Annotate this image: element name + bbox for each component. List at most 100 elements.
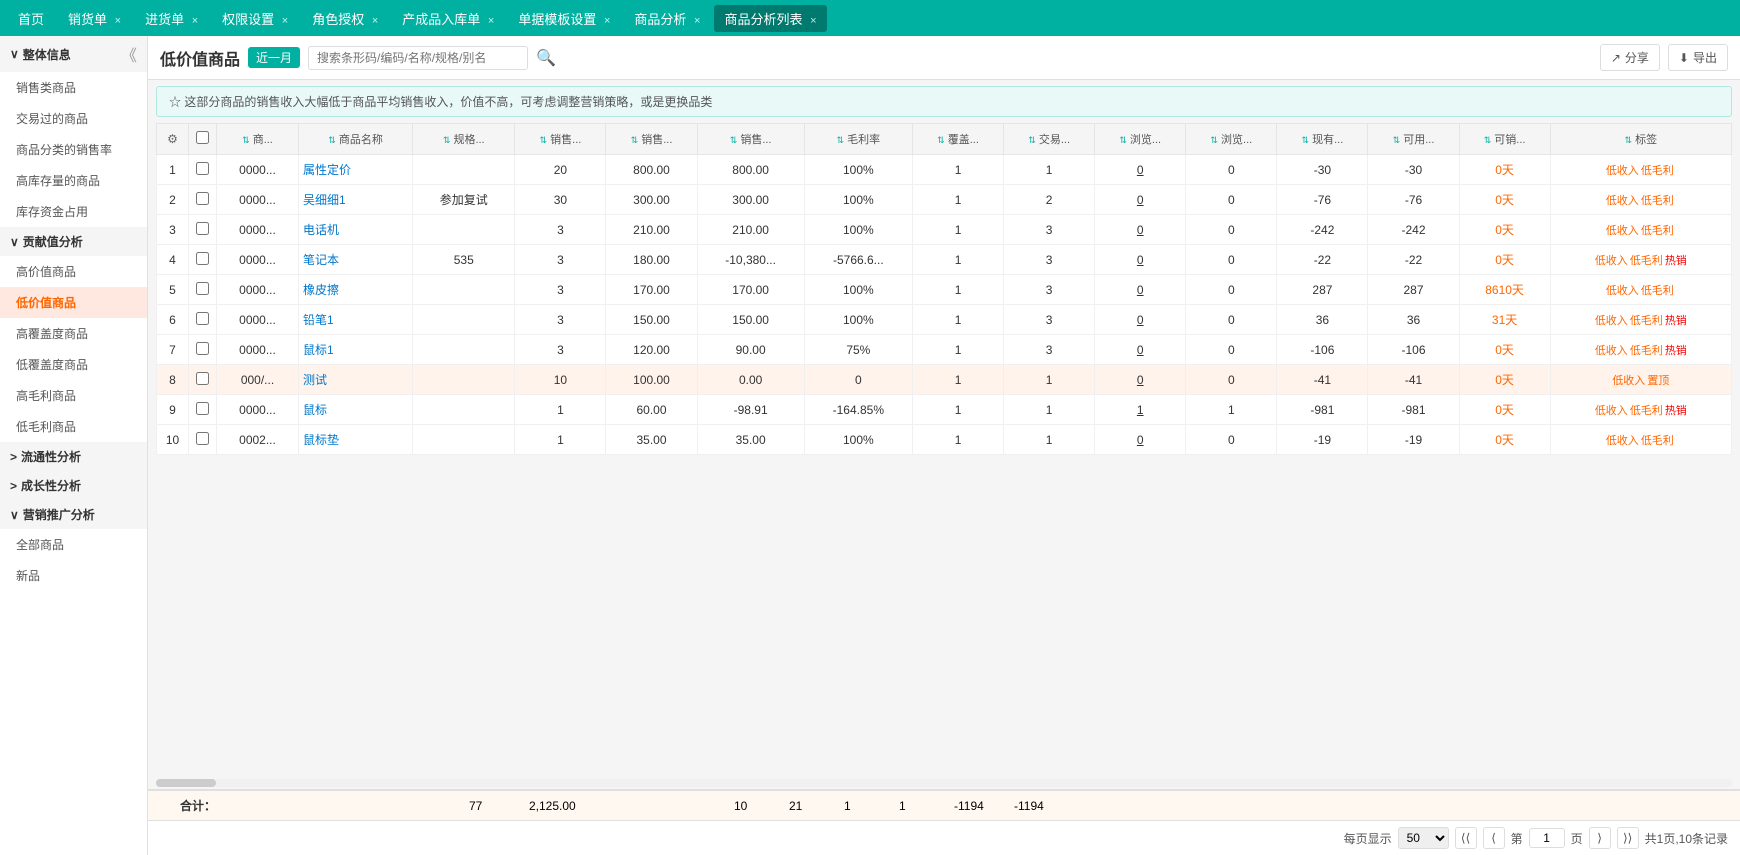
row-browse1[interactable]: 0 xyxy=(1095,335,1186,365)
row-checkbox[interactable] xyxy=(196,222,209,235)
browse-link[interactable]: 0 xyxy=(1137,253,1144,267)
row-name[interactable]: 鼠标1 xyxy=(298,335,412,365)
row-browse1[interactable]: 0 xyxy=(1095,365,1186,395)
sidebar-item-category-sales[interactable]: 商品分类的销售率 xyxy=(0,134,147,165)
sidebar-item-inventory-capital[interactable]: 库存资金占用 xyxy=(0,196,147,227)
row-checkbox-cell[interactable] xyxy=(189,425,217,455)
sidebar-group-contribution[interactable]: ∨ 贡献值分析 xyxy=(0,227,147,256)
row-checkbox[interactable] xyxy=(196,312,209,325)
row-browse1[interactable]: 0 xyxy=(1095,305,1186,335)
per-page-select[interactable]: 50 100 200 xyxy=(1398,827,1449,849)
sidebar-item-low-margin[interactable]: 低毛利商品 xyxy=(0,411,147,442)
nav-analysis-list[interactable]: 商品分析列表 × xyxy=(714,5,826,32)
sidebar-group-marketing[interactable]: ∨ 营销推广分析 xyxy=(0,500,147,529)
row-name[interactable]: 铅笔1 xyxy=(298,305,412,335)
browse-link[interactable]: 0 xyxy=(1137,313,1144,327)
sidebar-item-traded-products[interactable]: 交易过的商品 xyxy=(0,103,147,134)
export-button[interactable]: ⬇ 导出 xyxy=(1668,44,1728,71)
browse-link[interactable]: 0 xyxy=(1137,343,1144,357)
browse-link[interactable]: 0 xyxy=(1137,373,1144,387)
select-all-checkbox[interactable] xyxy=(196,131,209,144)
row-checkbox[interactable] xyxy=(196,372,209,385)
nav-role[interactable]: 角色授权 × xyxy=(302,5,388,32)
row-checkbox-cell[interactable] xyxy=(189,155,217,185)
sidebar-item-high-value[interactable]: 高价值商品 xyxy=(0,256,147,287)
sidebar-item-all-products[interactable]: 全部商品 xyxy=(0,529,147,560)
row-checkbox-cell[interactable] xyxy=(189,305,217,335)
sidebar-item-low-value[interactable]: 低价值商品 xyxy=(0,287,147,318)
next-page-button[interactable]: ⟩ xyxy=(1589,827,1611,849)
row-browse1[interactable]: 0 xyxy=(1095,245,1186,275)
sidebar-item-low-coverage[interactable]: 低覆盖度商品 xyxy=(0,349,147,380)
scrollbar-thumb[interactable] xyxy=(156,779,216,787)
sidebar-item-high-margin[interactable]: 高毛利商品 xyxy=(0,380,147,411)
nav-sales[interactable]: 销货单 × xyxy=(58,5,131,32)
sidebar-group-overview[interactable]: ∨ 整体信息 《 xyxy=(0,36,147,72)
browse-link[interactable]: 0 xyxy=(1137,283,1144,297)
row-name[interactable]: 鼠标 xyxy=(298,395,412,425)
row-browse1[interactable]: 0 xyxy=(1095,215,1186,245)
row-name[interactable]: 电话机 xyxy=(298,215,412,245)
row-browse1[interactable]: 0 xyxy=(1095,275,1186,305)
row-name[interactable]: 吴细细1 xyxy=(298,185,412,215)
sidebar-item-sales-products[interactable]: 销售类商品 xyxy=(0,72,147,103)
period-tag-button[interactable]: 近一月 xyxy=(248,47,300,68)
sidebar-item-high-coverage[interactable]: 高覆盖度商品 xyxy=(0,318,147,349)
sidebar-item-high-inventory[interactable]: 高库存量的商品 xyxy=(0,165,147,196)
browse-link[interactable]: 0 xyxy=(1137,223,1144,237)
row-browse1[interactable]: 0 xyxy=(1095,185,1186,215)
search-input[interactable] xyxy=(308,46,528,70)
row-checkbox-cell[interactable] xyxy=(189,245,217,275)
row-checkbox[interactable] xyxy=(196,192,209,205)
row-checkbox[interactable] xyxy=(196,432,209,445)
row-checkbox-cell[interactable] xyxy=(189,215,217,245)
nav-home[interactable]: 首页 xyxy=(8,5,54,32)
horizontal-scrollbar[interactable] xyxy=(156,779,1732,787)
close-icon[interactable]: × xyxy=(810,15,816,27)
first-page-button[interactable]: ⟨⟨ xyxy=(1455,827,1477,849)
row-checkbox[interactable] xyxy=(196,162,209,175)
row-name[interactable]: 属性定价 xyxy=(298,155,412,185)
sidebar-collapse-button[interactable]: 《 xyxy=(121,42,137,66)
nav-permission[interactable]: 权限设置 × xyxy=(212,5,298,32)
row-name[interactable]: 鼠标垫 xyxy=(298,425,412,455)
search-icon[interactable]: 🔍 xyxy=(536,48,556,68)
sidebar-item-new-products[interactable]: 新品 xyxy=(0,560,147,591)
sidebar-group-growth[interactable]: > 成长性分析 xyxy=(0,471,147,500)
row-checkbox[interactable] xyxy=(196,342,209,355)
sidebar-group-circulation[interactable]: > 流通性分析 xyxy=(0,442,147,471)
th-checkbox[interactable] xyxy=(189,124,217,155)
row-checkbox[interactable] xyxy=(196,282,209,295)
close-icon[interactable]: × xyxy=(604,15,610,27)
row-browse1[interactable]: 0 xyxy=(1095,155,1186,185)
browse-link[interactable]: 0 xyxy=(1137,163,1144,177)
row-name[interactable]: 笔记本 xyxy=(298,245,412,275)
close-icon[interactable]: × xyxy=(282,15,288,27)
row-checkbox-cell[interactable] xyxy=(189,365,217,395)
prev-page-button[interactable]: ⟨ xyxy=(1483,827,1505,849)
last-page-button[interactable]: ⟩⟩ xyxy=(1617,827,1639,849)
row-checkbox-cell[interactable] xyxy=(189,275,217,305)
row-checkbox-cell[interactable] xyxy=(189,395,217,425)
nav-products-in[interactable]: 产成品入库单 × xyxy=(392,5,504,32)
th-gear[interactable]: ⚙ xyxy=(157,124,189,155)
browse-link[interactable]: 0 xyxy=(1137,193,1144,207)
close-icon[interactable]: × xyxy=(192,15,198,27)
nav-template[interactable]: 单据模板设置 × xyxy=(508,5,620,32)
row-checkbox[interactable] xyxy=(196,252,209,265)
row-name[interactable]: 测试 xyxy=(298,365,412,395)
row-name[interactable]: 橡皮擦 xyxy=(298,275,412,305)
row-checkbox-cell[interactable] xyxy=(189,185,217,215)
close-icon[interactable]: × xyxy=(372,15,378,27)
share-button[interactable]: ↗ 分享 xyxy=(1600,44,1660,71)
browse-link[interactable]: 1 xyxy=(1137,403,1144,417)
nav-purchase[interactable]: 进货单 × xyxy=(135,5,208,32)
page-number-input[interactable] xyxy=(1529,828,1565,848)
row-browse1[interactable]: 1 xyxy=(1095,395,1186,425)
nav-analysis[interactable]: 商品分析 × xyxy=(624,5,710,32)
row-checkbox[interactable] xyxy=(196,402,209,415)
close-icon[interactable]: × xyxy=(488,15,494,27)
close-icon[interactable]: × xyxy=(694,15,700,27)
close-icon[interactable]: × xyxy=(115,15,121,27)
row-checkbox-cell[interactable] xyxy=(189,335,217,365)
